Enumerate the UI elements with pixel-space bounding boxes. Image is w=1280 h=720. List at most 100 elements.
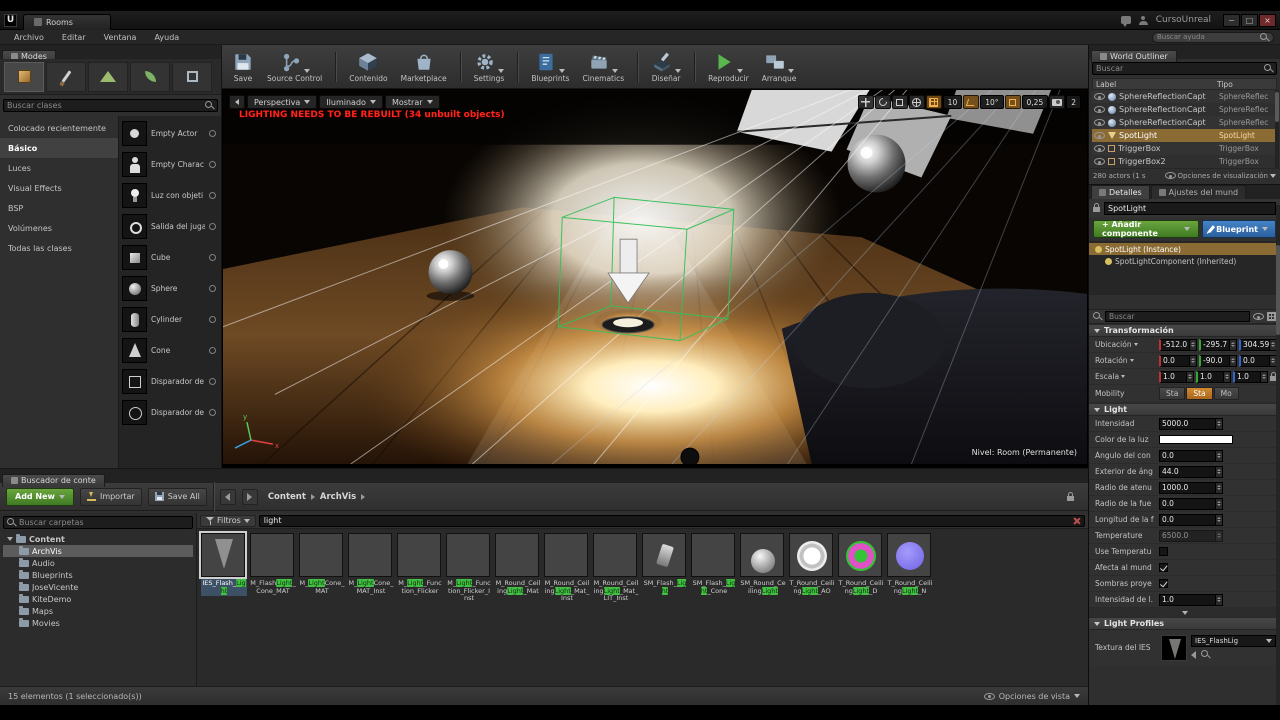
visibility-eye-icon[interactable] — [1094, 93, 1105, 100]
placeable-empty-actor[interactable]: Empty Actor — [119, 118, 221, 149]
ies-texture-dropdown[interactable]: IES_FlashLig — [1191, 635, 1276, 647]
viewport-mostrar-button[interactable]: Mostrar — [384, 95, 440, 109]
rotation-snap-value[interactable]: 10° — [980, 95, 1004, 109]
help-search-input[interactable] — [1157, 33, 1257, 41]
value-field[interactable]: 1000.0 — [1159, 481, 1223, 494]
asset-t-round-ceilinglight-n[interactable]: T_Round_CeilingLight_N — [887, 533, 933, 604]
menu-ventana[interactable]: Ventana — [96, 31, 145, 44]
value-field[interactable]: 44.0 — [1159, 465, 1223, 478]
class-search-input[interactable] — [7, 101, 202, 110]
toolbar-reproducir-button[interactable]: Reproducir — [708, 51, 749, 83]
help-search[interactable] — [1152, 31, 1274, 43]
eye-icon[interactable] — [1253, 313, 1264, 320]
asset-m-light-function-flicker[interactable]: M_Light_Function_Flicker — [397, 533, 443, 604]
asset-search-input[interactable] — [263, 516, 1072, 525]
placeable-disparador-de[interactable]: Disparador de — [119, 366, 221, 397]
asset-m-lightcone-mat[interactable]: M_LightCone_MAT — [299, 533, 345, 604]
viewport-iluminado-button[interactable]: Iluminado — [319, 95, 383, 109]
placeable-cone[interactable]: Cone — [119, 335, 221, 366]
value-field[interactable]: 0.0 — [1159, 497, 1223, 510]
value-field[interactable]: 0.0 — [1159, 513, 1223, 526]
details-scrollbar[interactable] — [1276, 205, 1280, 705]
asset-m-round-ceilinglight-mat-inst[interactable]: M_Round_CeilingLight_Mat_Inst — [544, 533, 590, 604]
value-x[interactable]: 1.0 — [1159, 370, 1194, 383]
drag-handle-icon[interactable] — [209, 130, 216, 137]
mode-foliage-button[interactable] — [130, 61, 170, 92]
folder-kitedemo[interactable]: KiteDemo — [3, 593, 193, 605]
drag-handle-icon[interactable] — [209, 161, 216, 168]
asset-m-flashlight-cone-mat[interactable]: M_FlashLight_Cone_MAT — [250, 533, 296, 604]
section-light[interactable]: Light — [1089, 403, 1280, 416]
folder-movies[interactable]: Movies — [3, 617, 193, 629]
forward-button[interactable] — [241, 488, 258, 505]
rotate-tool-button[interactable] — [874, 95, 891, 109]
category-volumenes[interactable]: Volúmenes — [0, 218, 118, 238]
outliner-row-spotlight[interactable]: SpotLight SpotLight — [1092, 129, 1277, 142]
asset-m-light-function-flicker-inst[interactable]: M_Light_Function_Flicker_Inst — [446, 533, 492, 604]
drag-handle-icon[interactable] — [209, 285, 216, 292]
spinner[interactable] — [1186, 371, 1193, 382]
value-field[interactable]: 0.0 — [1159, 449, 1223, 462]
settings-grid-icon[interactable] — [1267, 312, 1276, 321]
placeable-cube[interactable]: Cube — [119, 242, 221, 273]
asset-ies-flash-light[interactable]: IES_Flash_Light — [199, 531, 247, 604]
spinner[interactable] — [1223, 371, 1230, 382]
value-field[interactable]: 6500.0 — [1159, 529, 1223, 542]
grid-snap-toggle[interactable] — [925, 95, 942, 109]
show-advanced-button[interactable] — [1089, 608, 1280, 617]
folder-archvis[interactable]: ArchVis — [3, 545, 193, 557]
outliner-row-spherereflectioncapt[interactable]: SphereReflectionCapt SphereReflec — [1092, 116, 1277, 129]
feedback-icon[interactable] — [1120, 16, 1131, 27]
mobility-option-0[interactable]: Sta — [1159, 387, 1186, 400]
tab-world-outliner[interactable]: World Outliner — [1091, 49, 1177, 63]
toolbar-source-control-button[interactable]: Source Control — [267, 51, 322, 83]
user-icon[interactable] — [1138, 15, 1148, 25]
scale-snap-value[interactable]: 0,25 — [1021, 95, 1049, 109]
asset-t-round-ceilinglight-d[interactable]: T_Round_CeilingLight_D — [838, 533, 884, 604]
breadcrumb-content[interactable]: Content — [268, 492, 306, 502]
visibility-eye-icon[interactable] — [1094, 132, 1105, 139]
asset-t-round-ceilinglight-ao[interactable]: T_Round_CeilingLight_AO — [789, 533, 835, 604]
chevron-down-icon[interactable] — [1121, 375, 1126, 378]
breadcrumb-archvis[interactable]: ArchVis — [320, 492, 356, 502]
chrome-sphere-right[interactable] — [847, 134, 906, 193]
placeable-sphere[interactable]: Sphere — [119, 273, 221, 304]
use-selected-asset-icon[interactable] — [1191, 650, 1196, 659]
category-visual-effects[interactable]: Visual Effects — [0, 178, 118, 198]
details-search-input[interactable] — [1105, 311, 1250, 322]
expanded-arrow-icon[interactable] — [7, 537, 13, 541]
camera-speed-value[interactable]: 2 — [1066, 95, 1081, 109]
add-component-button[interactable]: + Añadir componente — [1093, 220, 1199, 238]
translate-tool-button[interactable] — [857, 95, 874, 109]
toolbar-arranque-button[interactable]: Arranque — [762, 51, 796, 83]
drag-handle-icon[interactable] — [209, 316, 216, 323]
asset-sm-round-ceilinglight[interactable]: SM_Round_CeilingLight — [740, 533, 786, 604]
outliner-row-spherereflectioncapt[interactable]: SphereReflectionCapt SphereReflec — [1092, 90, 1277, 103]
asset-m-lightcone-mat-inst[interactable]: M_LightCone_MAT_Inst — [348, 533, 394, 604]
component-spotlightcomponent-inherited[interactable]: SpotLightComponent (Inherited) — [1089, 255, 1280, 267]
value-z[interactable]: 0.0 — [1239, 354, 1277, 367]
outliner-search[interactable] — [1092, 62, 1277, 75]
folder-josevicente[interactable]: JoseVicente — [3, 581, 193, 593]
outliner-row-spherereflectioncapt[interactable]: SphereReflectionCapt SphereReflec — [1092, 103, 1277, 116]
spinner[interactable] — [1215, 498, 1222, 509]
spinner[interactable] — [1260, 371, 1267, 382]
value-y[interactable]: -295.7 — [1199, 338, 1237, 351]
camera-speed-button[interactable] — [1049, 95, 1066, 109]
mode-place-button[interactable] — [4, 61, 44, 92]
value-x[interactable]: 0.0 — [1159, 354, 1197, 367]
visibility-eye-icon[interactable] — [1094, 145, 1105, 152]
asset-search[interactable] — [258, 514, 1085, 527]
checkbox[interactable] — [1159, 579, 1168, 588]
category-luces[interactable]: Luces — [0, 158, 118, 178]
placeable-luz-con-objeti[interactable]: Luz con objeti — [119, 180, 221, 211]
spinner[interactable] — [1215, 482, 1222, 493]
add-new-button[interactable]: Add New — [6, 487, 74, 506]
value-field[interactable]: 5000.0 — [1159, 417, 1223, 430]
mode-paint-button[interactable] — [46, 61, 86, 92]
drag-handle-icon[interactable] — [209, 223, 216, 230]
toolbar-disenar-button[interactable]: Diseñar — [651, 51, 682, 83]
drag-handle-icon[interactable] — [209, 409, 216, 416]
menu-editar[interactable]: Editar — [54, 31, 94, 44]
drag-handle-icon[interactable] — [209, 378, 216, 385]
